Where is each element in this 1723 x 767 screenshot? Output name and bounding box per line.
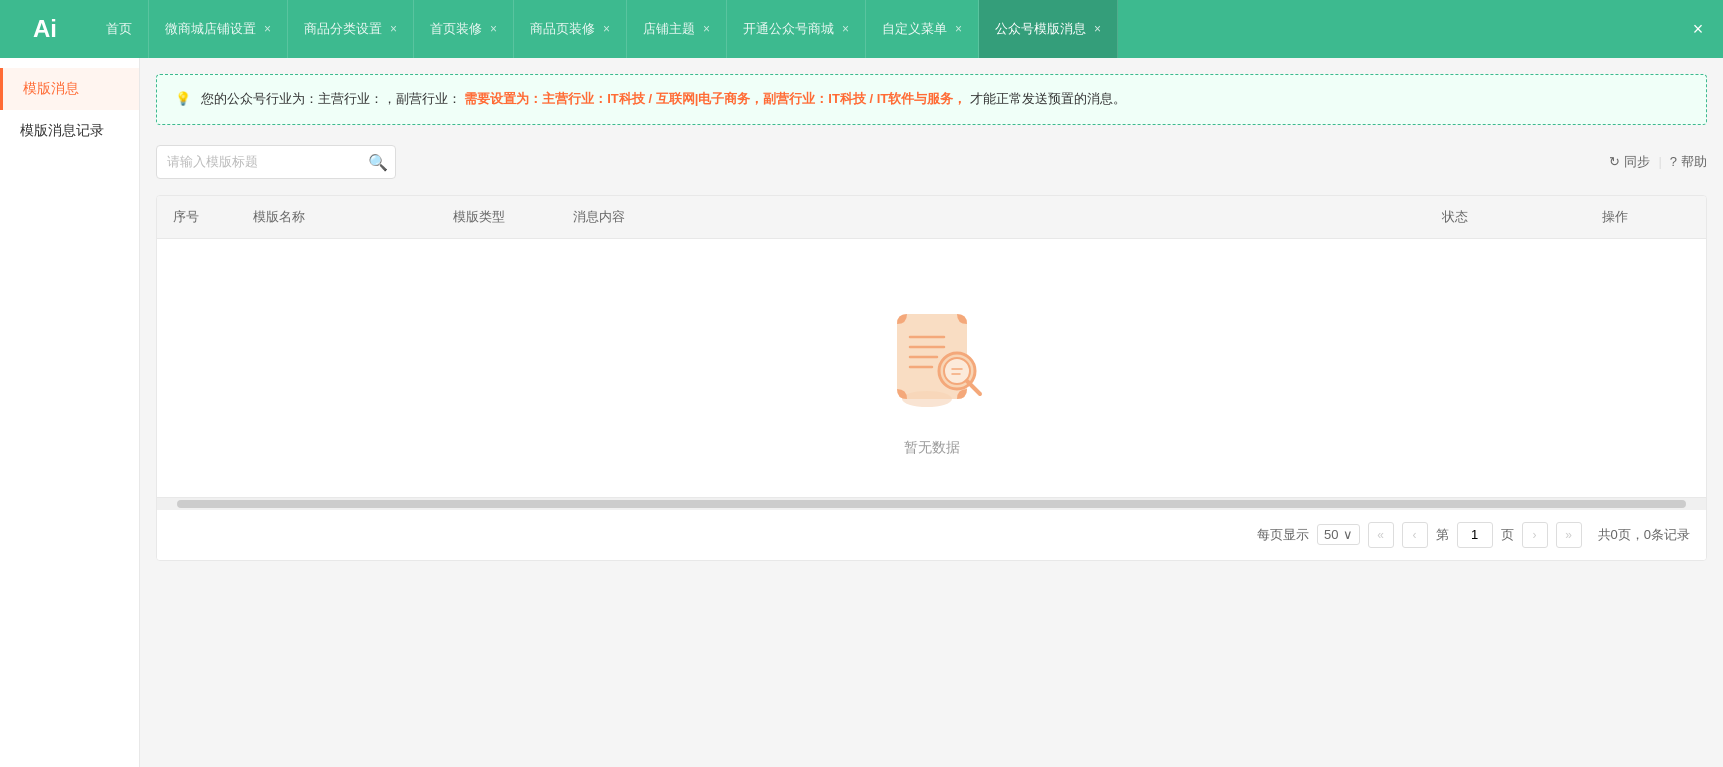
tab-close-open-mall[interactable]: × — [842, 22, 849, 36]
page-size-label: 每页显示 — [1257, 526, 1309, 544]
th-seq: 序号 — [157, 196, 237, 238]
next-page-button[interactable]: › — [1522, 522, 1548, 548]
tab-close-store-settings[interactable]: × — [264, 22, 271, 36]
toolbar-right: ↻ 同步 | ? 帮助 — [1609, 153, 1707, 171]
svg-line-8 — [967, 381, 980, 394]
th-status: 状态 — [1426, 196, 1586, 238]
empty-state: 暂无数据 — [157, 239, 1706, 497]
prev-page-button[interactable]: ‹ — [1402, 522, 1428, 548]
notice-highlight: 需要设置为：主营行业：IT科技 / 互联网|电子商务，副营行业：IT科技 / I… — [464, 91, 966, 106]
notice-suffix: 才能正常发送预置的消息。 — [970, 91, 1126, 106]
tab-close-store-theme[interactable]: × — [703, 22, 710, 36]
table-header: 序号模版名称模版类型消息内容状态操作 — [157, 196, 1706, 239]
top-nav: Ai 首页微商城店铺设置×商品分类设置×首页装修×商品页装修×店铺主题×开通公众… — [0, 0, 1723, 58]
tab-open-mall[interactable]: 开通公众号商城× — [727, 0, 866, 58]
search-bar: 🔍 ↻ 同步 | ? 帮助 — [156, 145, 1707, 179]
close-all-button[interactable]: × — [1673, 0, 1723, 58]
th-type: 模版类型 — [437, 196, 557, 238]
chevron-down-icon: ∨ — [1343, 527, 1353, 542]
search-button[interactable]: 🔍 — [368, 152, 388, 171]
tab-product-category[interactable]: 商品分类设置× — [288, 0, 414, 58]
tab-list: 首页微商城店铺设置×商品分类设置×首页装修×商品页装修×店铺主题×开通公众号商城… — [90, 0, 1673, 58]
logo: Ai — [0, 0, 90, 58]
data-table: 序号模版名称模版类型消息内容状态操作 — [156, 195, 1707, 561]
scrollbar-thumb[interactable] — [177, 500, 1686, 508]
page-number-input[interactable] — [1457, 522, 1493, 548]
help-icon: ? — [1670, 154, 1677, 169]
page-size-select[interactable]: 50 ∨ — [1317, 524, 1359, 545]
content-area: 💡 您的公众号行业为：主营行业：，副营行业： 需要设置为：主营行业：IT科技 /… — [140, 58, 1723, 767]
tab-home-decor[interactable]: 首页装修× — [414, 0, 514, 58]
page-total: 共0页，0条记录 — [1598, 526, 1690, 544]
empty-text: 暂无数据 — [904, 439, 960, 457]
tab-home[interactable]: 首页 — [90, 0, 149, 58]
th-action: 操作 — [1586, 196, 1706, 238]
sync-button[interactable]: ↻ 同步 — [1609, 153, 1650, 171]
page-unit: 页 — [1501, 526, 1514, 544]
tab-close-home-decor[interactable]: × — [490, 22, 497, 36]
horizontal-scrollbar[interactable] — [157, 497, 1706, 509]
tab-custom-menu[interactable]: 自定义菜单× — [866, 0, 979, 58]
sidebar-item-template-msg-log[interactable]: 模版消息记录 — [0, 110, 139, 152]
empty-illustration — [872, 299, 992, 419]
page-size-value: 50 — [1324, 527, 1338, 542]
search-input[interactable] — [156, 145, 396, 179]
pagination: 每页显示 50 ∨ « ‹ 第 页 › » 共0页，0条记录 — [157, 509, 1706, 560]
tab-product-decor[interactable]: 商品页装修× — [514, 0, 627, 58]
tab-template-msg[interactable]: 公众号模版消息× — [979, 0, 1118, 58]
sync-label: 同步 — [1624, 153, 1650, 171]
tab-store-theme[interactable]: 店铺主题× — [627, 0, 727, 58]
th-content: 消息内容 — [557, 196, 1426, 238]
tab-store-settings[interactable]: 微商城店铺设置× — [149, 0, 288, 58]
help-label: 帮助 — [1681, 153, 1707, 171]
last-page-button[interactable]: » — [1556, 522, 1582, 548]
sidebar: 模版消息模版消息记录 — [0, 58, 140, 767]
toolbar-divider: | — [1658, 154, 1661, 169]
notice-prefix: 您的公众号行业为：主营行业：，副营行业： — [201, 91, 461, 106]
search-input-wrap: 🔍 — [156, 145, 396, 179]
help-button[interactable]: ? 帮助 — [1670, 153, 1707, 171]
tab-close-template-msg[interactable]: × — [1094, 22, 1101, 36]
main-layout: 模版消息模版消息记录 💡 您的公众号行业为：主营行业：，副营行业： 需要设置为：… — [0, 58, 1723, 767]
th-name: 模版名称 — [237, 196, 437, 238]
notice-box: 💡 您的公众号行业为：主营行业：，副营行业： 需要设置为：主营行业：IT科技 /… — [156, 74, 1707, 125]
sidebar-item-template-msg[interactable]: 模版消息 — [0, 68, 139, 110]
page-word: 第 — [1436, 526, 1449, 544]
tab-close-custom-menu[interactable]: × — [955, 22, 962, 36]
sync-icon: ↻ — [1609, 154, 1620, 169]
first-page-button[interactable]: « — [1368, 522, 1394, 548]
lightbulb-icon: 💡 — [175, 91, 191, 106]
tab-close-product-category[interactable]: × — [390, 22, 397, 36]
tab-close-product-decor[interactable]: × — [603, 22, 610, 36]
